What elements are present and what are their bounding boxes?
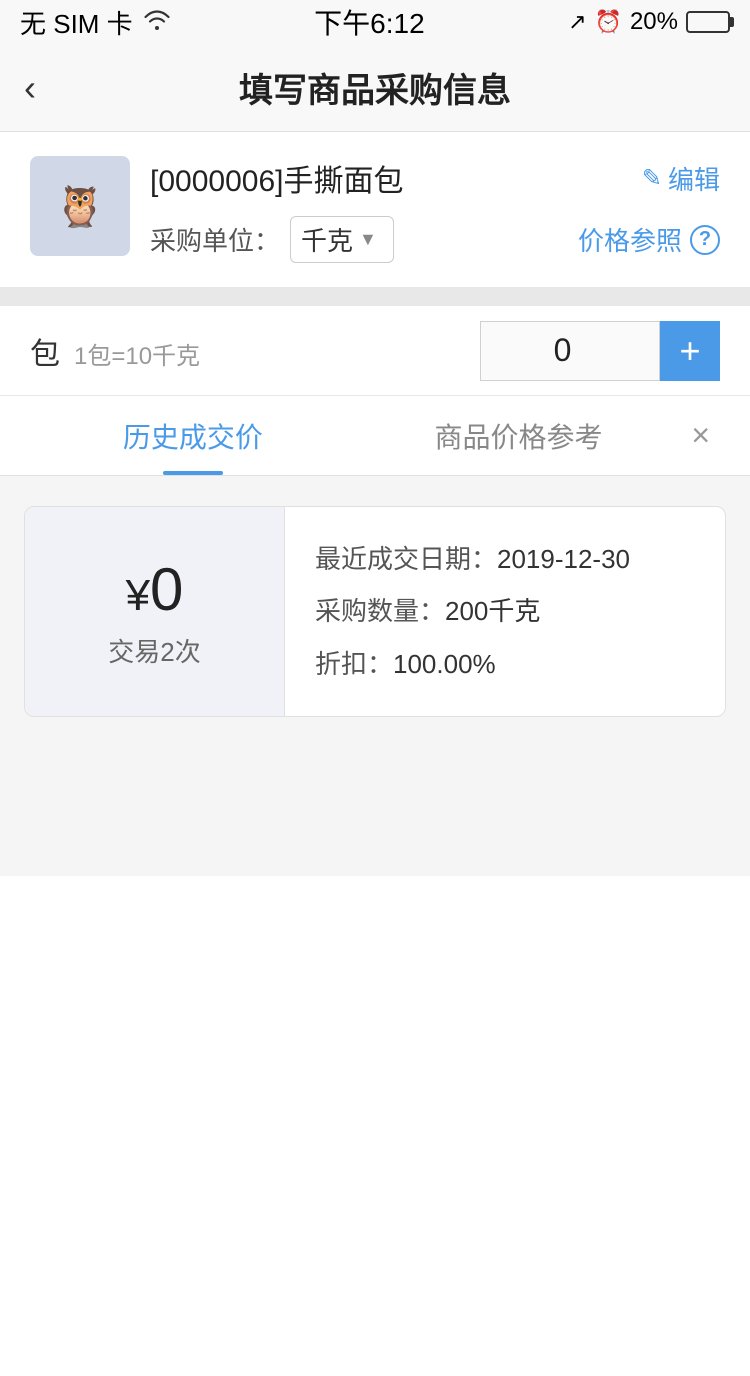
edit-button[interactable]: ✎ 编辑 [642, 160, 720, 197]
recent-date-row: 最近成交日期：2019-12-30 [315, 541, 695, 577]
unit-value: 千克 [301, 221, 353, 258]
help-icon: ? [690, 225, 720, 255]
product-thumbnail: 🦉 [30, 156, 130, 256]
purchase-qty-label: 采购数量： [315, 596, 445, 626]
purchase-qty-value: 200千克 [445, 596, 540, 626]
quantity-conversion: 1包=10千克 [74, 336, 200, 371]
status-right: ↗ ⏰ 20% [568, 8, 730, 36]
yen-symbol: ¥ [126, 571, 150, 620]
nav-bar: ‹ 填写商品采购信息 [0, 44, 750, 132]
section-divider [0, 288, 750, 306]
price-reference-button[interactable]: 价格参照 ? [578, 221, 720, 258]
discount-label: 折扣： [315, 649, 393, 679]
unit-select[interactable]: 千克 [290, 216, 394, 263]
quantity-plus-button[interactable]: + [660, 321, 720, 381]
quantity-section: 包 1包=10千克 + [0, 306, 750, 396]
product-section: 🦉 [0000006]手撕面包 ✎ 编辑 采购单位： 千克 价格参照 [0, 132, 750, 288]
price-details: 最近成交日期：2019-12-30 采购数量：200千克 折扣：100.00% [285, 507, 725, 716]
status-time: 下午6:12 [314, 2, 425, 42]
battery-percent: 20% [630, 8, 678, 36]
price-card: ¥0 交易2次 最近成交日期：2019-12-30 采购数量：200千克 折扣：… [24, 506, 726, 717]
tab-history-price[interactable]: 历史成交价 [30, 396, 356, 475]
discount-row: 折扣：100.00% [315, 646, 695, 682]
status-bar: 无 SIM 卡 下午6:12 ↗ ⏰ 20% [0, 0, 750, 44]
content-area: ¥0 交易2次 最近成交日期：2019-12-30 采购数量：200千克 折扣：… [0, 476, 750, 876]
edit-label: 编辑 [668, 160, 720, 197]
quantity-input[interactable] [480, 321, 660, 381]
price-summary: ¥0 交易2次 [25, 507, 285, 716]
back-button[interactable]: ‹ [24, 67, 36, 109]
price-trades: 交易2次 [108, 632, 200, 669]
edit-icon: ✎ [642, 164, 662, 193]
discount-value: 100.00% [393, 649, 496, 679]
battery-icon [686, 11, 730, 33]
wifi-icon [143, 7, 171, 38]
product-info: [0000006]手撕面包 ✎ 编辑 采购单位： 千克 价格参照 ? [150, 156, 720, 263]
location-icon: ↗ [568, 9, 586, 35]
tab-close-button[interactable]: × [681, 407, 720, 464]
quantity-input-group: + [480, 321, 720, 381]
alarm-icon: ⏰ [595, 9, 622, 35]
carrier-text: 无 SIM 卡 [20, 4, 133, 41]
status-left: 无 SIM 卡 [20, 4, 171, 41]
recent-date-label: 最近成交日期： [315, 544, 497, 574]
recent-date-value: 2019-12-30 [497, 544, 630, 574]
price-ref-label: 价格参照 [578, 221, 682, 258]
price-amount: ¥0 [126, 555, 184, 624]
product-name: [0000006]手撕面包 [150, 156, 403, 200]
tab-section: 历史成交价 商品价格参考 × [0, 396, 750, 476]
product-logo-icon: 🦉 [55, 183, 105, 230]
quantity-label-group: 包 1包=10千克 [30, 329, 200, 373]
tab-product-price-ref[interactable]: 商品价格参考 [356, 396, 682, 475]
page-title: 填写商品采购信息 [239, 63, 511, 112]
purchase-qty-row: 采购数量：200千克 [315, 593, 695, 629]
bottom-area [0, 876, 750, 1376]
price-value: 0 [150, 556, 183, 623]
unit-label: 采购单位： [150, 221, 280, 258]
quantity-unit: 包 [30, 329, 60, 373]
